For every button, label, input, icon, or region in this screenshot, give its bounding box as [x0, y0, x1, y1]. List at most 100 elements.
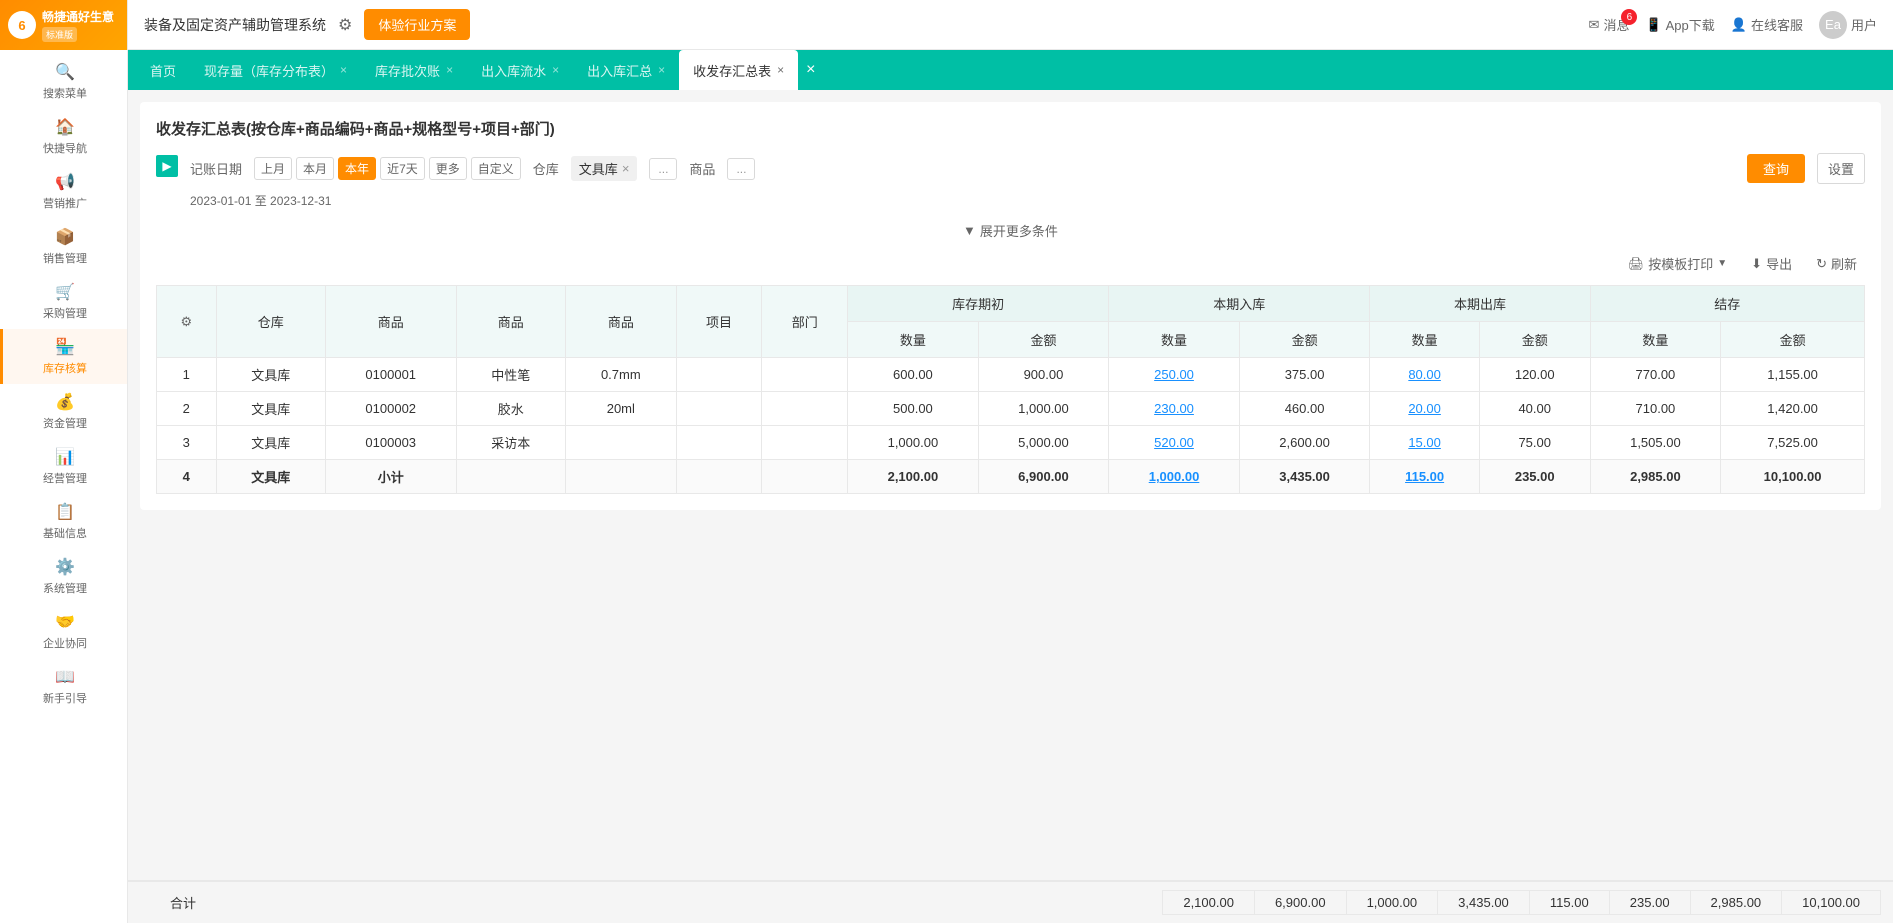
cell-opening-amt-1: 900.00	[978, 358, 1109, 392]
th-group-out: 本期出库	[1370, 286, 1590, 322]
th-group-opening: 库存期初	[848, 286, 1109, 322]
date-btn-custom[interactable]: 自定义	[471, 157, 521, 180]
cell-dept-3	[762, 426, 848, 460]
th-in-amt: 金额	[1239, 322, 1370, 358]
date-shortcuts: 上月 本月 本年 近7天 更多 自定义	[254, 157, 521, 180]
cell-subtotal-in-qty[interactable]: 1,000.00	[1109, 460, 1240, 494]
sidebar-item-finance[interactable]: 💰 资金管理	[0, 384, 127, 439]
filter-toggle-button[interactable]: ▶	[156, 155, 178, 177]
th-opening-amt: 金额	[978, 322, 1109, 358]
sidebar-item-purchase[interactable]: 🛒 采购管理	[0, 274, 127, 329]
sidebar-item-system[interactable]: ⚙️ 系统管理	[0, 549, 127, 604]
export-icon: ⬇	[1751, 256, 1762, 272]
cell-subtotal-in-amt: 3,435.00	[1239, 460, 1370, 494]
tab-close-inout-summary[interactable]: ×	[658, 63, 665, 77]
page-content: 收发存汇总表(按仓库+商品编码+商品+规格型号+项目+部门) ▶ 记账日期 上月…	[128, 90, 1893, 880]
cell-subtotal-no: 4	[157, 460, 217, 494]
sidebar-item-enterprise[interactable]: 🤝 企业协同	[0, 604, 127, 659]
cell-in-qty-3[interactable]: 520.00	[1109, 426, 1240, 460]
logo-icon: 6	[8, 11, 36, 39]
tab-inout-flow[interactable]: 出入库流水 ×	[467, 50, 573, 90]
setting-button[interactable]: 设置	[1817, 153, 1865, 184]
cell-subtotal-blank2	[565, 460, 676, 494]
cell-code-2: 0100002	[325, 392, 456, 426]
date-btn-last-7days[interactable]: 近7天	[380, 157, 425, 180]
filter-row-date: 记账日期 上月 本月 本年 近7天 更多 自定义 仓库 文具库 ×	[190, 153, 1865, 184]
export-button[interactable]: ⬇ 导出	[1743, 250, 1800, 277]
refresh-button[interactable]: ↻ 刷新	[1808, 250, 1865, 277]
total-closing-amt: 10,100.00	[1782, 891, 1881, 915]
close-all-tabs-button[interactable]: ×	[798, 61, 823, 79]
cell-name-1: 中性笔	[456, 358, 565, 392]
tab-close-inout-flow[interactable]: ×	[552, 63, 559, 77]
sidebar-item-basic-info[interactable]: 📋 基础信息	[0, 494, 127, 549]
sidebar-item-quick-nav[interactable]: 🏠 快捷导航	[0, 109, 127, 164]
operations-icon: 📊	[55, 447, 75, 467]
header-right: ✉ 消息 6 📱 App下载 👤 在线客服 Ea 用户	[1589, 11, 1877, 39]
online-service-button[interactable]: 👤 在线客服	[1731, 15, 1803, 34]
finance-icon: 💰	[55, 392, 75, 412]
date-label: 记账日期	[190, 159, 242, 178]
app-download-button[interactable]: 📱 App下载	[1645, 15, 1714, 34]
user-menu[interactable]: Ea 用户	[1819, 11, 1877, 39]
subtotal-row: 4 文具库 小计 2,100.00 6,900.00 1,000.00 3,43…	[157, 460, 1865, 494]
cell-opening-qty-1: 600.00	[848, 358, 979, 392]
trial-button[interactable]: 体验行业方案	[364, 9, 470, 40]
goods-more-button[interactable]: ...	[727, 158, 755, 180]
cell-opening-amt-3: 5,000.00	[978, 426, 1109, 460]
total-in-qty: 1,000.00	[1346, 891, 1438, 915]
warehouse-tag-close[interactable]: ×	[622, 161, 630, 176]
logo-text: 畅捷通好生意 标准版	[42, 8, 114, 42]
refresh-icon: ↻	[1816, 256, 1827, 272]
cell-closing-qty-3: 1,505.00	[1590, 426, 1721, 460]
th-settings[interactable]: ⚙	[157, 286, 217, 358]
cell-subtotal-out-qty[interactable]: 115.00	[1370, 460, 1479, 494]
message-button[interactable]: ✉ 消息 6	[1589, 15, 1630, 34]
cell-out-amt-3: 75.00	[1479, 426, 1590, 460]
sidebar-item-guide[interactable]: 📖 新手引导	[0, 659, 127, 714]
tab-close-collect-summary[interactable]: ×	[777, 63, 784, 77]
query-button[interactable]: 查询	[1747, 154, 1805, 183]
cell-in-qty-1[interactable]: 250.00	[1109, 358, 1240, 392]
tab-close-batch-ledger[interactable]: ×	[446, 63, 453, 77]
sidebar-item-inventory[interactable]: 🏪 库存核算	[0, 329, 127, 384]
sidebar-item-sales[interactable]: 📦 销售管理	[0, 219, 127, 274]
tab-collect-summary[interactable]: 收发存汇总表 ×	[679, 50, 798, 90]
warehouse-more-button[interactable]: ...	[649, 158, 677, 180]
cell-name-2: 胶水	[456, 392, 565, 426]
tab-inventory-dist[interactable]: 现存量（库存分布表） ×	[190, 50, 361, 90]
filter-body: 记账日期 上月 本月 本年 近7天 更多 自定义 仓库 文具库 ×	[190, 153, 1865, 209]
tab-home[interactable]: 首页	[136, 50, 190, 90]
sidebar-item-operations[interactable]: 📊 经营管理	[0, 439, 127, 494]
marketing-icon: 📢	[55, 172, 75, 192]
sidebar-item-marketing[interactable]: 📢 营销推广	[0, 164, 127, 219]
cell-in-amt-1: 375.00	[1239, 358, 1370, 392]
app-icon: 📱	[1645, 17, 1661, 33]
date-btn-more[interactable]: 更多	[429, 157, 467, 180]
cell-subtotal-warehouse: 文具库	[216, 460, 325, 494]
tab-close-inventory-dist[interactable]: ×	[340, 63, 347, 77]
sidebar-item-search[interactable]: 🔍 搜索菜单	[0, 54, 127, 109]
settings-icon[interactable]: ⚙	[338, 15, 352, 35]
cell-out-qty-3[interactable]: 15.00	[1370, 426, 1479, 460]
th-out-amt: 金额	[1479, 322, 1590, 358]
cell-subtotal-blank1	[456, 460, 565, 494]
header-left: 装备及固定资产辅助管理系统 ⚙ 体验行业方案	[144, 9, 470, 40]
tab-inout-summary[interactable]: 出入库汇总 ×	[573, 50, 679, 90]
tab-batch-ledger[interactable]: 库存批次账 ×	[361, 50, 467, 90]
th-group-closing: 结存	[1590, 286, 1864, 322]
cell-code-1: 0100001	[325, 358, 456, 392]
date-btn-this-month[interactable]: 本月	[296, 157, 334, 180]
print-dropdown-icon: ▼	[1717, 258, 1727, 269]
tabs-bar: 首页 现存量（库存分布表） × 库存批次账 × 出入库流水 × 出入库汇总 × …	[128, 50, 1893, 90]
table-settings-icon[interactable]: ⚙	[180, 314, 192, 329]
print-button[interactable]: 🖨 按模板打印 ▼	[1620, 250, 1735, 277]
cell-out-qty-1[interactable]: 80.00	[1370, 358, 1479, 392]
cell-subtotal-out-amt: 235.00	[1479, 460, 1590, 494]
cell-out-qty-2[interactable]: 20.00	[1370, 392, 1479, 426]
cell-in-qty-2[interactable]: 230.00	[1109, 392, 1240, 426]
date-btn-this-year[interactable]: 本年	[338, 157, 376, 180]
date-btn-last-month[interactable]: 上月	[254, 157, 292, 180]
expand-conditions-button[interactable]: ▼ 展开更多条件	[963, 221, 1058, 240]
main-content: 装备及固定资产辅助管理系统 ⚙ 体验行业方案 ✉ 消息 6 📱 App下载 👤 …	[128, 0, 1893, 923]
